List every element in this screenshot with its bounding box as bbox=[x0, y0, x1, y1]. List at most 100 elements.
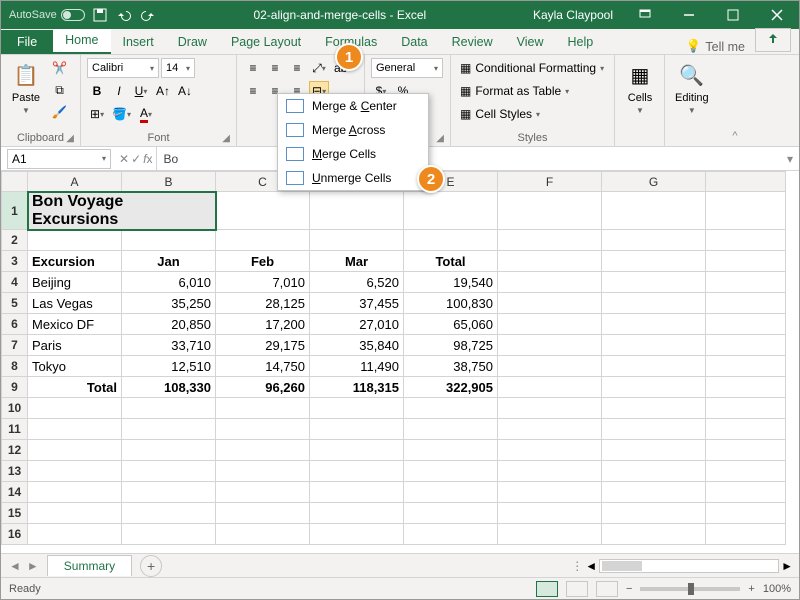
enter-formula-icon[interactable]: ✓ bbox=[131, 152, 141, 166]
collapse-ribbon-button[interactable]: ^ bbox=[725, 55, 745, 146]
table-header[interactable]: Mar bbox=[310, 251, 404, 272]
row-header-10[interactable]: 10 bbox=[2, 398, 28, 419]
zoom-in-button[interactable]: + bbox=[748, 583, 754, 595]
tab-home[interactable]: Home bbox=[53, 29, 110, 54]
font-name-combo[interactable]: Calibri▾ bbox=[87, 58, 159, 78]
font-size-combo[interactable]: 14▾ bbox=[161, 58, 195, 78]
align-top-button[interactable]: ≡ bbox=[243, 58, 263, 78]
horizontal-scrollbar[interactable] bbox=[599, 559, 779, 573]
cell[interactable]: 6,520 bbox=[310, 272, 404, 293]
zoom-slider[interactable] bbox=[640, 587, 740, 591]
cell[interactable]: Mexico DF bbox=[28, 314, 122, 335]
conditional-formatting-button[interactable]: ▦Conditional Formatting▾ bbox=[457, 58, 607, 78]
format-painter-button[interactable]: 🖌️ bbox=[49, 102, 70, 122]
sheet-nav-prev[interactable]: ◄ bbox=[9, 559, 21, 573]
expand-formula-bar[interactable]: ▾ bbox=[781, 152, 799, 166]
cell[interactable]: 17,200 bbox=[216, 314, 310, 335]
row-header-14[interactable]: 14 bbox=[2, 482, 28, 503]
tab-help[interactable]: Help bbox=[556, 31, 606, 54]
cell[interactable]: 28,125 bbox=[216, 293, 310, 314]
row-header-4[interactable]: 4 bbox=[2, 272, 28, 293]
row-header-7[interactable]: 7 bbox=[2, 335, 28, 356]
number-format-combo[interactable]: General▾ bbox=[371, 58, 443, 78]
redo-icon[interactable] bbox=[139, 6, 157, 24]
cell[interactable]: 65,060 bbox=[404, 314, 498, 335]
tab-pagelayout[interactable]: Page Layout bbox=[219, 31, 313, 54]
undo-icon[interactable] bbox=[115, 6, 133, 24]
cell[interactable]: 96,260 bbox=[216, 377, 310, 398]
cut-button[interactable]: ✂️ bbox=[49, 58, 70, 78]
zoom-level[interactable]: 100% bbox=[763, 583, 791, 595]
tab-view[interactable]: View bbox=[505, 31, 556, 54]
sheet-tab-summary[interactable]: Summary bbox=[47, 555, 132, 576]
cell[interactable]: 14,750 bbox=[216, 356, 310, 377]
cell-styles-button[interactable]: ▦Cell Styles▾ bbox=[457, 104, 607, 124]
select-all-corner[interactable] bbox=[2, 172, 28, 192]
autosave-toggle[interactable]: AutoSave bbox=[9, 9, 85, 21]
zoom-out-button[interactable]: − bbox=[626, 583, 632, 595]
tab-file[interactable]: File bbox=[1, 30, 53, 54]
cell[interactable]: 100,830 bbox=[404, 293, 498, 314]
tab-review[interactable]: Review bbox=[440, 31, 505, 54]
col-header-H[interactable] bbox=[706, 172, 786, 192]
cell[interactable]: 35,840 bbox=[310, 335, 404, 356]
worksheet-grid[interactable]: A B C D E F G 1 Bon Voyage Excursions 2 … bbox=[1, 171, 799, 553]
cell[interactable]: 98,725 bbox=[404, 335, 498, 356]
col-header-F[interactable]: F bbox=[498, 172, 602, 192]
share-button[interactable] bbox=[755, 28, 791, 52]
merge-and-center-item[interactable]: Merge & Center bbox=[278, 94, 428, 118]
tab-draw[interactable]: Draw bbox=[166, 31, 219, 54]
underline-button[interactable]: U▾ bbox=[131, 81, 151, 101]
cell[interactable]: Las Vegas bbox=[28, 293, 122, 314]
fill-color-button[interactable]: 🪣▾ bbox=[109, 104, 134, 124]
row-header-3[interactable]: 3 bbox=[2, 251, 28, 272]
row-header-12[interactable]: 12 bbox=[2, 440, 28, 461]
row-header-6[interactable]: 6 bbox=[2, 314, 28, 335]
cell[interactable]: 7,010 bbox=[216, 272, 310, 293]
cancel-formula-icon[interactable]: ✕ bbox=[119, 152, 129, 166]
name-box[interactable]: A1▾ bbox=[7, 149, 111, 169]
unmerge-cells-item[interactable]: Unmerge Cells bbox=[278, 166, 428, 190]
username[interactable]: Kayla Claypool bbox=[523, 8, 623, 22]
shrink-font-button[interactable]: A↓ bbox=[175, 81, 195, 101]
sheet-nav-next[interactable]: ► bbox=[27, 559, 39, 573]
merge-cells-item[interactable]: Merge Cells bbox=[278, 142, 428, 166]
col-header-G[interactable]: G bbox=[602, 172, 706, 192]
orientation-button[interactable]: ⤢▾ bbox=[309, 58, 329, 78]
row-header-11[interactable]: 11 bbox=[2, 419, 28, 440]
table-header[interactable]: Jan bbox=[122, 251, 216, 272]
italic-button[interactable]: I bbox=[109, 81, 129, 101]
row-header-5[interactable]: 5 bbox=[2, 293, 28, 314]
row-header-16[interactable]: 16 bbox=[2, 524, 28, 545]
maximize-icon[interactable] bbox=[711, 1, 755, 29]
cell[interactable]: Beijing bbox=[28, 272, 122, 293]
fx-icon[interactable]: fx bbox=[143, 152, 152, 166]
cell[interactable]: 33,710 bbox=[122, 335, 216, 356]
cell[interactable]: 29,175 bbox=[216, 335, 310, 356]
col-header-A[interactable]: A bbox=[28, 172, 122, 192]
format-as-table-button[interactable]: ▦Format as Table▾ bbox=[457, 81, 607, 101]
row-header-9[interactable]: 9 bbox=[2, 377, 28, 398]
row-header-1[interactable]: 1 bbox=[2, 192, 28, 230]
align-middle-button[interactable]: ≡ bbox=[265, 58, 285, 78]
copy-button[interactable]: ⧉ bbox=[49, 80, 70, 100]
table-header[interactable]: Total bbox=[404, 251, 498, 272]
row-header-8[interactable]: 8 bbox=[2, 356, 28, 377]
number-launcher[interactable]: ◢ bbox=[436, 133, 444, 144]
font-color-button[interactable]: A▾ bbox=[136, 104, 156, 124]
cell[interactable]: 322,905 bbox=[404, 377, 498, 398]
save-icon[interactable] bbox=[91, 6, 109, 24]
cell[interactable]: 6,010 bbox=[122, 272, 216, 293]
cell[interactable]: Tokyo bbox=[28, 356, 122, 377]
cell-title[interactable]: Bon Voyage Excursions bbox=[28, 192, 216, 230]
bold-button[interactable]: B bbox=[87, 81, 107, 101]
row-header-2[interactable]: 2 bbox=[2, 230, 28, 251]
cell[interactable]: Total bbox=[28, 377, 122, 398]
grow-font-button[interactable]: A↑ bbox=[153, 81, 173, 101]
row-header-15[interactable]: 15 bbox=[2, 503, 28, 524]
cell[interactable]: 35,250 bbox=[122, 293, 216, 314]
page-break-view-button[interactable] bbox=[596, 581, 618, 597]
row-header-13[interactable]: 13 bbox=[2, 461, 28, 482]
cell[interactable]: 108,330 bbox=[122, 377, 216, 398]
minimize-icon[interactable] bbox=[667, 1, 711, 29]
